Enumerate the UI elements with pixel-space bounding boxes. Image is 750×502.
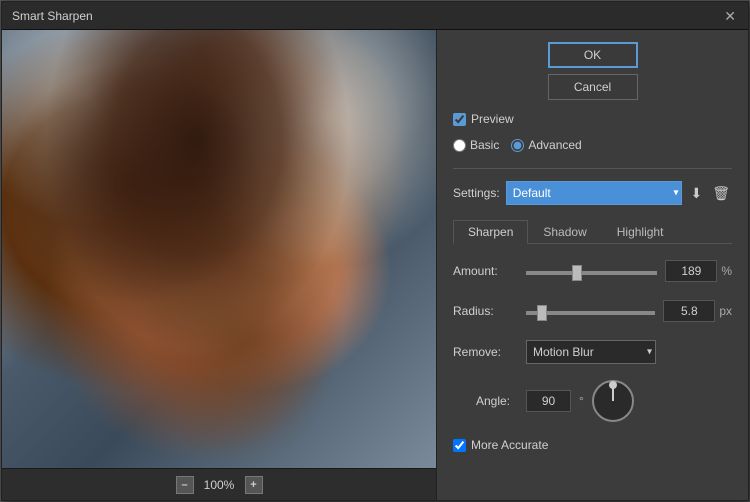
advanced-label[interactable]: Advanced [528, 138, 581, 152]
advanced-option[interactable]: Advanced [511, 138, 581, 152]
settings-row: Settings: Default Custom ▾ ⬇ 🗑 [453, 181, 732, 205]
ok-button[interactable]: OK [548, 42, 638, 68]
radius-slider-wrap [526, 304, 655, 318]
dialog-title: Smart Sharpen [12, 9, 93, 23]
remove-select[interactable]: Gaussian Blur Lens Blur Motion Blur [526, 340, 656, 364]
angle-dial[interactable] [592, 380, 634, 422]
remove-select-wrap: Gaussian Blur Lens Blur Motion Blur ▾ [526, 340, 656, 364]
tab-highlight[interactable]: Highlight [602, 220, 679, 244]
preview-canvas [2, 30, 436, 468]
angle-input[interactable] [526, 390, 571, 412]
amount-label: Amount: [453, 264, 518, 278]
basic-option[interactable]: Basic [453, 138, 499, 152]
tabs-row: Sharpen Shadow Highlight [453, 219, 732, 244]
action-buttons: OK Cancel [453, 42, 732, 100]
radius-group: Radius: px [453, 300, 732, 326]
radius-input[interactable] [663, 300, 715, 322]
amount-group: Amount: % [453, 260, 732, 286]
zoom-in-button[interactable]: + [245, 476, 263, 494]
radius-row: Radius: px [453, 300, 732, 322]
amount-input[interactable] [665, 260, 717, 282]
amount-row: Amount: % [453, 260, 732, 282]
preview-row: Preview [453, 112, 732, 126]
preview-checkbox[interactable] [453, 113, 466, 126]
preview-footer: – 100% + [2, 468, 436, 500]
tab-shadow[interactable]: Shadow [528, 220, 601, 244]
amount-unit: % [721, 264, 732, 278]
settings-select[interactable]: Default Custom [506, 181, 683, 205]
dialog-body: – 100% + OK Cancel Preview Basic [2, 30, 748, 500]
more-accurate-label[interactable]: More Accurate [471, 438, 548, 452]
settings-delete-button[interactable]: 🗑 [710, 183, 732, 204]
angle-row: Angle: ° [453, 380, 732, 422]
remove-row: Remove: Gaussian Blur Lens Blur Motion B… [453, 340, 732, 364]
more-accurate-checkbox[interactable] [453, 439, 466, 452]
close-button[interactable]: ✕ [722, 9, 738, 23]
radius-unit: px [719, 304, 732, 318]
radius-slider[interactable] [526, 311, 655, 315]
amount-slider[interactable] [526, 271, 657, 275]
zoom-out-button[interactable]: – [176, 476, 194, 494]
advanced-radio[interactable] [511, 139, 524, 152]
more-accurate-row: More Accurate [453, 438, 732, 452]
settings-label: Settings: [453, 186, 500, 200]
amount-slider-wrap [526, 264, 657, 278]
cancel-button[interactable]: Cancel [548, 74, 638, 100]
settings-save-button[interactable]: ⬇ [688, 183, 704, 204]
smart-sharpen-dialog: Smart Sharpen ✕ – 100% + OK Cancel [1, 1, 749, 501]
controls-panel: OK Cancel Preview Basic Advanced [437, 30, 748, 500]
basic-label[interactable]: Basic [470, 138, 499, 152]
mode-row: Basic Advanced [453, 138, 732, 152]
radius-label: Radius: [453, 304, 518, 318]
settings-select-wrap: Default Custom ▾ [506, 181, 683, 205]
remove-label: Remove: [453, 345, 518, 359]
dial-indicator [612, 385, 614, 401]
divider-1 [453, 168, 732, 169]
preview-label[interactable]: Preview [471, 112, 514, 126]
basic-radio[interactable] [453, 139, 466, 152]
tab-sharpen[interactable]: Sharpen [453, 220, 528, 244]
preview-image[interactable] [2, 30, 436, 468]
angle-label: Angle: [453, 394, 518, 408]
preview-panel: – 100% + [2, 30, 437, 500]
title-bar: Smart Sharpen ✕ [2, 2, 748, 30]
zoom-level: 100% [202, 478, 237, 492]
angle-unit: ° [579, 394, 584, 408]
